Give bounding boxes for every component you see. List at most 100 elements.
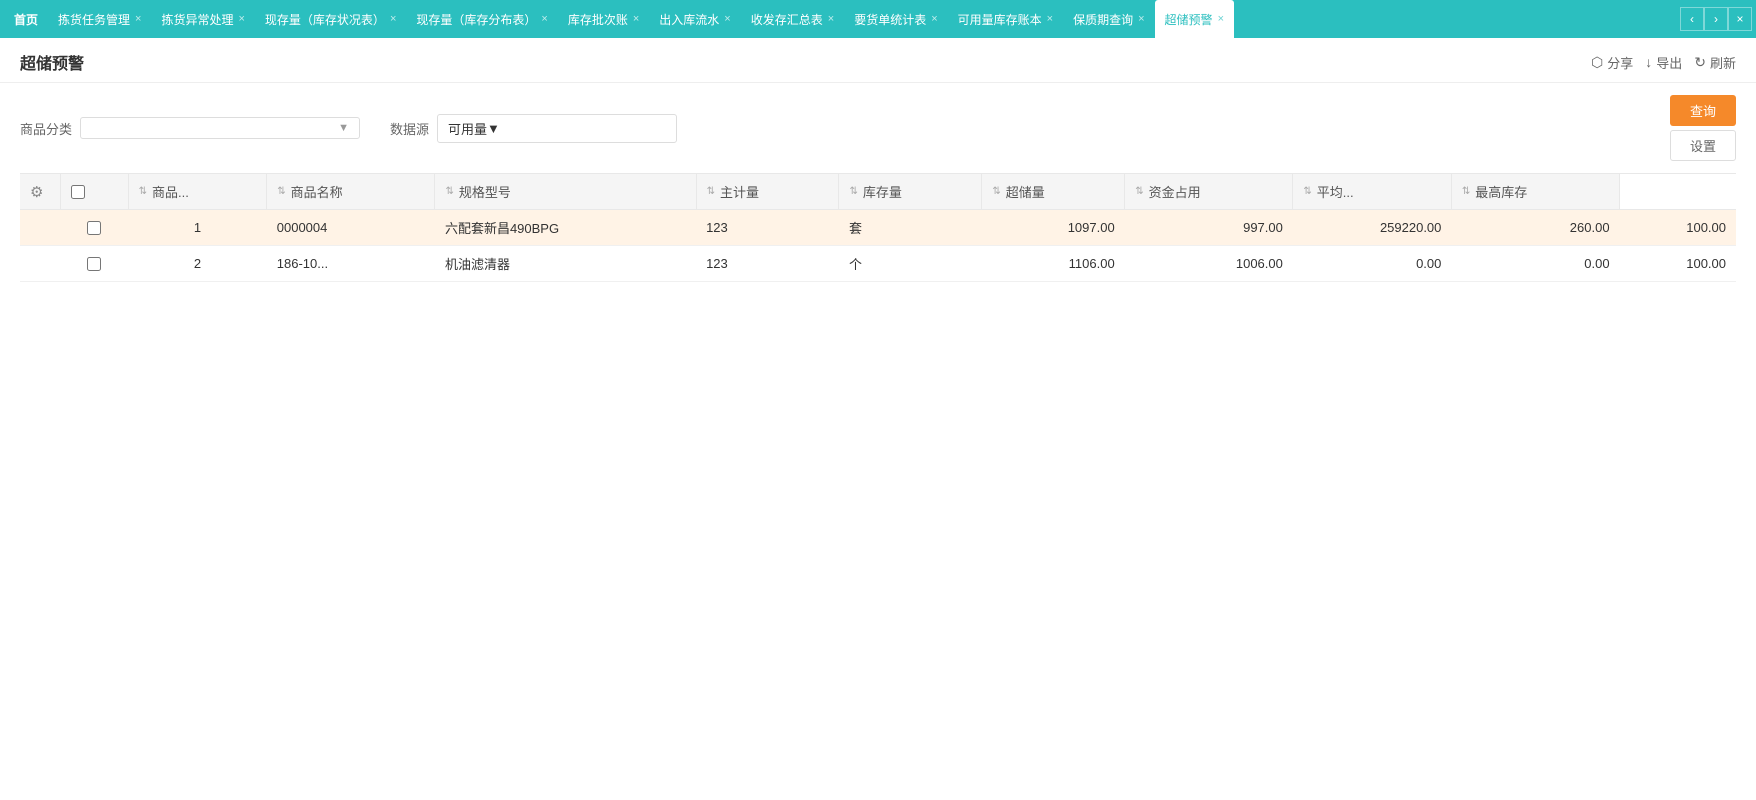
share-button[interactable]: ⬡ 分享: [1591, 53, 1633, 72]
row-checkbox-1[interactable]: [87, 257, 101, 271]
settings-button[interactable]: 设置: [1670, 130, 1736, 161]
nav-item-order-stats[interactable]: 要货单统计表 ×: [844, 0, 947, 38]
th-code[interactable]: ⇅ 商品...: [128, 174, 267, 210]
td-avg-0: 260.00: [1451, 210, 1619, 246]
table-header-row: ⚙ ⇅ 商品... ⇅ 商品名称: [20, 174, 1736, 210]
nav-item-abnormal[interactable]: 拣货异常处理 ×: [151, 0, 254, 38]
nav-item-collect-summary[interactable]: 收发存汇总表 ×: [741, 0, 844, 38]
th-unit-label: 主计量: [720, 182, 759, 201]
sort-icon-name: ⇅: [277, 186, 285, 197]
share-label: 分享: [1607, 53, 1633, 72]
nav-item-home[interactable]: 首页: [4, 0, 48, 38]
query-button[interactable]: 查询: [1670, 95, 1736, 126]
th-spec[interactable]: ⇅ 规格型号: [435, 174, 696, 210]
td-overstock-1: 1006.00: [1125, 246, 1293, 282]
nav-close-task-mgmt[interactable]: ×: [135, 13, 141, 25]
nav-close-overstock[interactable]: ×: [1218, 13, 1224, 25]
nav-item-available-ledger[interactable]: 可用量库存账本 ×: [948, 0, 1063, 38]
sort-icon-max-stock: ⇅: [1462, 186, 1470, 197]
nav-arrows: ‹ › ×: [1680, 7, 1752, 31]
td-stock-0: 1097.00: [982, 210, 1125, 246]
sort-icon-unit: ⇅: [707, 186, 715, 197]
th-stock-label: 库存量: [863, 182, 902, 201]
filter-bar: 商品分类 ▼ 数据源 可用量 ▼ 查询 设置: [0, 83, 1756, 173]
td-max-stock-0: 100.00: [1620, 210, 1736, 246]
nav-close-abnormal[interactable]: ×: [238, 13, 244, 25]
nav-close-available-ledger[interactable]: ×: [1047, 13, 1053, 25]
nav-item-overstock[interactable]: 超储预警 ×: [1155, 0, 1234, 38]
td-unit-0: 套: [839, 210, 982, 246]
nav-arrow-close[interactable]: ×: [1728, 7, 1752, 31]
th-unit[interactable]: ⇅ 主计量: [696, 174, 839, 210]
th-max-stock[interactable]: ⇅ 最高库存: [1451, 174, 1619, 210]
sort-icon-code: ⇅: [139, 186, 147, 197]
sort-icon-avg: ⇅: [1303, 186, 1311, 197]
th-avg[interactable]: ⇅ 平均...: [1293, 174, 1452, 210]
td-code-0: 0000004: [267, 210, 435, 246]
td-capital-1: 0.00: [1293, 246, 1452, 282]
th-stock[interactable]: ⇅ 库存量: [839, 174, 982, 210]
export-icon: ↓: [1645, 54, 1652, 70]
datasource-filter-item: 数据源 可用量 ▼: [390, 114, 677, 143]
sort-icon-stock: ⇅: [849, 186, 857, 197]
datasource-select-text: 可用量: [448, 119, 487, 138]
td-code-1: 186-10...: [267, 246, 435, 282]
refresh-button[interactable]: ↻ 刷新: [1694, 53, 1736, 72]
td-row-num-1: 2: [128, 246, 267, 282]
sort-icon-spec: ⇅: [445, 186, 453, 197]
th-code-label: 商品...: [152, 182, 189, 201]
nav-arrow-left[interactable]: ‹: [1680, 7, 1704, 31]
nav-close-order-stats[interactable]: ×: [931, 13, 937, 25]
nav-item-batch[interactable]: 库存批次账 ×: [558, 0, 649, 38]
nav-close-batch[interactable]: ×: [633, 13, 639, 25]
column-settings-button[interactable]: ⚙: [30, 183, 43, 201]
th-spec-label: 规格型号: [459, 182, 511, 201]
nav-close-inout-flow[interactable]: ×: [724, 13, 730, 25]
nav-item-expiry[interactable]: 保质期查询 ×: [1063, 0, 1154, 38]
nav-item-inout-flow[interactable]: 出入库流水 ×: [649, 0, 740, 38]
nav-close-inventory-dist[interactable]: ×: [541, 13, 547, 25]
sort-icon-capital: ⇅: [1135, 186, 1143, 197]
nav-label-expiry: 保质期查询: [1073, 11, 1133, 28]
td-overstock-0: 997.00: [1125, 210, 1293, 246]
nav-label-order-stats: 要货单统计表: [854, 11, 926, 28]
nav-label-inventory-status: 现存量（库存状况表）: [265, 11, 385, 28]
table-body: 1 0000004 六配套新昌490BPG 123 套 1097.00 997.…: [20, 210, 1736, 282]
table-row: 2 186-10... 机油滤清器 123 个 1106.00 1006.00 …: [20, 246, 1736, 282]
category-filter-item: 商品分类 ▼: [20, 117, 360, 139]
nav-label-inout-flow: 出入库流水: [659, 11, 719, 28]
nav-close-inventory-status[interactable]: ×: [390, 13, 396, 25]
nav-label-overstock: 超储预警: [1165, 11, 1213, 28]
th-no: [60, 174, 128, 210]
row-checkbox-0[interactable]: [87, 221, 101, 235]
nav-item-inventory-dist[interactable]: 现存量（库存分布表） ×: [406, 0, 557, 38]
th-capital-label: 资金占用: [1149, 182, 1201, 201]
th-max-stock-label: 最高库存: [1475, 182, 1527, 201]
th-capital[interactable]: ⇅ 资金占用: [1125, 174, 1293, 210]
filter-buttons: 查询 设置: [1670, 95, 1736, 161]
th-name[interactable]: ⇅ 商品名称: [267, 174, 435, 210]
sort-icon-overstock: ⇅: [992, 186, 1000, 197]
datasource-select[interactable]: 可用量 ▼: [437, 114, 677, 143]
nav-close-collect-summary[interactable]: ×: [828, 13, 834, 25]
category-chevron-icon: ▼: [338, 122, 349, 134]
header-actions: ⬡ 分享 ↓ 导出 ↻ 刷新: [1591, 53, 1736, 72]
nav-label-task-mgmt: 拣货任务管理: [58, 11, 130, 28]
nav-close-expiry[interactable]: ×: [1138, 13, 1144, 25]
nav-label-available-ledger: 可用量库存账本: [958, 11, 1042, 28]
refresh-icon: ↻: [1694, 54, 1706, 71]
category-select[interactable]: ▼: [80, 117, 360, 139]
refresh-label: 刷新: [1710, 53, 1736, 72]
select-all-checkbox[interactable]: [71, 185, 85, 199]
nav-arrow-right[interactable]: ›: [1704, 7, 1728, 31]
th-avg-label: 平均...: [1317, 182, 1354, 201]
nav-item-inventory-status[interactable]: 现存量（库存状况表） ×: [255, 0, 406, 38]
td-max-stock-1: 100.00: [1620, 246, 1736, 282]
td-name-1: 机油滤清器: [435, 246, 696, 282]
nav-label-inventory-dist: 现存量（库存分布表）: [416, 11, 536, 28]
td-settings-0: [20, 210, 60, 246]
th-overstock[interactable]: ⇅ 超储量: [982, 174, 1125, 210]
export-button[interactable]: ↓ 导出: [1645, 53, 1682, 72]
nav-label-home: 首页: [14, 11, 38, 28]
nav-item-task-mgmt[interactable]: 拣货任务管理 ×: [48, 0, 151, 38]
